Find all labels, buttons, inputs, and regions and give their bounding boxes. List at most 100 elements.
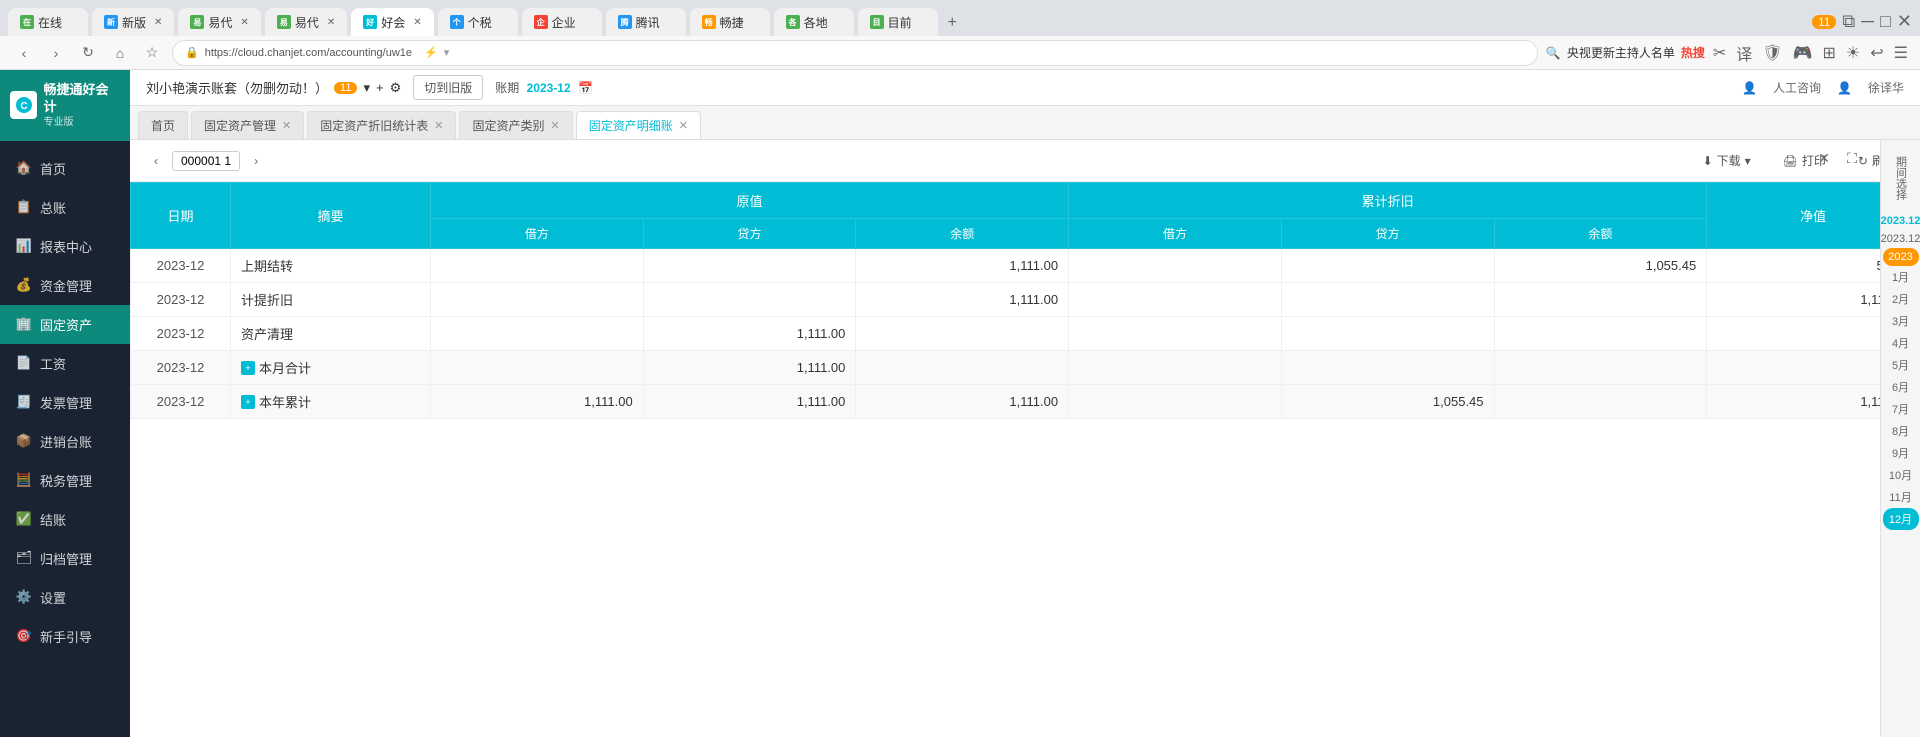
- sidebar-icon-3: 💰: [16, 277, 32, 293]
- tab-close-1[interactable]: ✕: [282, 119, 291, 132]
- search-area: 🔍 央视更新主持人名单 热搜: [1546, 44, 1705, 61]
- browser-tab-8[interactable]: 畅畅捷: [690, 8, 770, 36]
- switch-version-button[interactable]: 切到旧版: [413, 75, 483, 100]
- summary-header: 摘要: [231, 183, 431, 249]
- reload-button[interactable]: ↻: [76, 41, 100, 65]
- settings-icon[interactable]: ⚙: [390, 80, 402, 96]
- sidebar-item-设置[interactable]: ⚙️设置: [0, 578, 130, 617]
- sidebar-label-12: 新手引导: [40, 627, 92, 646]
- period-item-8[interactable]: 6月: [1883, 376, 1919, 398]
- period-item-11[interactable]: 9月: [1883, 442, 1919, 464]
- browser-chrome: 在在线新新版✕易易代✕易易代✕好好会✕个个税企企业腾腾讯畅畅捷各各地目目前 + …: [0, 0, 1920, 70]
- tab-close-2[interactable]: ✕: [434, 119, 443, 132]
- sidebar-item-税务管理[interactable]: 🧮税务管理: [0, 461, 130, 500]
- window-close-icon[interactable]: ✕: [1897, 11, 1912, 32]
- period-item-1[interactable]: 2023.12: [1883, 230, 1919, 248]
- row-orig-credit: [643, 249, 856, 283]
- acc-credit-header: 贷方: [1281, 219, 1494, 249]
- add-icon[interactable]: +: [376, 80, 384, 95]
- tab-固定资产类别[interactable]: 固定资产类别✕: [459, 111, 572, 139]
- sidebar-item-首页[interactable]: 🏠首页: [0, 149, 130, 188]
- row-acc-balance: [1494, 351, 1707, 385]
- next-page-button[interactable]: ›: [246, 151, 266, 171]
- sidebar-item-报表中心[interactable]: 📊报表中心: [0, 227, 130, 266]
- history-icon[interactable]: ↩: [1870, 43, 1883, 63]
- period-item-13[interactable]: 11月: [1883, 486, 1919, 508]
- tab-close-4[interactable]: ✕: [679, 119, 688, 132]
- sidebar-item-总账[interactable]: 📋总账: [0, 188, 130, 227]
- bookmark-button[interactable]: ☆: [140, 41, 164, 65]
- period-item-2[interactable]: 2023: [1883, 248, 1919, 266]
- help-label[interactable]: 人工咨询: [1773, 79, 1821, 96]
- grid-icon[interactable]: ⊞: [1823, 43, 1836, 63]
- period-item-7[interactable]: 5月: [1883, 354, 1919, 376]
- period-item-10[interactable]: 8月: [1883, 420, 1919, 442]
- tab-固定资产明细账[interactable]: 固定资产明细账✕: [576, 111, 701, 139]
- translate-icon[interactable]: 译: [1736, 41, 1752, 65]
- minimize-icon[interactable]: ─: [1861, 11, 1874, 32]
- period-item-12[interactable]: 10月: [1883, 464, 1919, 486]
- row-acc-balance: 1,055.45: [1494, 249, 1707, 283]
- scissors-icon[interactable]: ✂: [1713, 43, 1726, 63]
- browser-tab-9[interactable]: 各各地: [774, 8, 854, 36]
- sidebar-item-工资[interactable]: 📄工资: [0, 344, 130, 383]
- tab-close-3[interactable]: ✕: [551, 119, 560, 132]
- brightness-icon[interactable]: ☀: [1846, 43, 1860, 63]
- period-item-5[interactable]: 3月: [1883, 310, 1919, 332]
- browser-tab-1[interactable]: 新新版✕: [92, 8, 174, 36]
- game-icon[interactable]: 🎮: [1793, 43, 1813, 63]
- split-view-icon[interactable]: ⧉: [1842, 11, 1855, 32]
- user-label[interactable]: 徐译华: [1868, 79, 1904, 96]
- search-text: 央视更新主持人名单: [1567, 44, 1675, 61]
- row-acc-debit: [1069, 385, 1282, 419]
- browser-tab-3[interactable]: 易易代✕: [265, 8, 347, 36]
- row-acc-credit: [1281, 351, 1494, 385]
- row-acc-credit: [1281, 317, 1494, 351]
- row-acc-credit: 1,055.45: [1281, 385, 1494, 419]
- period-item-3[interactable]: 1月: [1883, 266, 1919, 288]
- browser-tab-2[interactable]: 易易代✕: [178, 8, 260, 36]
- sidebar-item-归档管理[interactable]: 🗂归档管理: [0, 539, 130, 578]
- sidebar-item-资金管理[interactable]: 💰资金管理: [0, 266, 130, 305]
- browser-tab-5[interactable]: 个个税: [438, 8, 518, 36]
- home-button[interactable]: ⌂: [108, 41, 132, 65]
- content-toolbar: ‹ 000001 1 › ⬇ 下载 ▾ 🖨: [130, 140, 1920, 182]
- menu-icon[interactable]: ☰: [1894, 43, 1908, 63]
- browser-tab-6[interactable]: 企企业: [522, 8, 602, 36]
- company-selector[interactable]: 刘小艳演示账套（勿删勿动！） 11 ▾ + ⚙: [146, 78, 401, 97]
- maximize-icon[interactable]: □: [1880, 11, 1891, 32]
- download-button[interactable]: ⬇ 下载 ▾: [1695, 148, 1759, 173]
- period-item-4[interactable]: 2月: [1883, 288, 1919, 310]
- fixed-asset-ledger: 日期 摘要 原值 累计折旧 净值 借方 贷方 余额 借方 贷方 余额: [130, 182, 1920, 419]
- sidebar-item-新手引导[interactable]: 🎯新手引导: [0, 617, 130, 656]
- tab-固定资产管理[interactable]: 固定资产管理✕: [191, 111, 304, 139]
- row-summary: 资产清理: [231, 317, 431, 351]
- browser-tab-0[interactable]: 在在线: [8, 8, 88, 36]
- period-item-14[interactable]: 12月: [1883, 508, 1919, 530]
- sidebar-item-固定资产[interactable]: 🏢固定资产: [0, 305, 130, 344]
- address-text: https://cloud.chanjet.com/accounting/uw1…: [205, 47, 412, 59]
- period-item-9[interactable]: 7月: [1883, 398, 1919, 420]
- forward-button[interactable]: ›: [44, 41, 68, 65]
- period-item-6[interactable]: 4月: [1883, 332, 1919, 354]
- sidebar-item-发票管理[interactable]: 🧾发票管理: [0, 383, 130, 422]
- back-button[interactable]: ‹: [12, 41, 36, 65]
- tab-固定资产折旧统计表[interactable]: 固定资产折旧统计表✕: [307, 111, 456, 139]
- sidebar-item-结账[interactable]: ✅结账: [0, 500, 130, 539]
- period-item-0[interactable]: 2023.12: [1883, 212, 1919, 230]
- sidebar-item-进销台账[interactable]: 📦进销台账: [0, 422, 130, 461]
- close-panel-button[interactable]: ✕: [1814, 148, 1834, 168]
- prev-page-button[interactable]: ‹: [146, 151, 166, 171]
- browser-tab-4[interactable]: 好好会✕: [351, 8, 433, 36]
- expand-panel-button[interactable]: ⛶: [1842, 148, 1862, 168]
- sidebar-label-10: 归档管理: [40, 549, 92, 568]
- row-orig-debit: [431, 283, 644, 317]
- calendar-icon[interactable]: 📅: [578, 81, 593, 95]
- row-date: 2023-12: [131, 249, 231, 283]
- browser-tab-10[interactable]: 目目前: [858, 8, 938, 36]
- shield-icon[interactable]: 🛡: [1762, 43, 1782, 63]
- address-bar[interactable]: 🔒 https://cloud.chanjet.com/accounting/u…: [172, 40, 1538, 66]
- browser-tab-7[interactable]: 腾腾讯: [606, 8, 686, 36]
- new-tab-button[interactable]: +: [940, 10, 965, 36]
- tab-首页[interactable]: 首页: [138, 111, 188, 139]
